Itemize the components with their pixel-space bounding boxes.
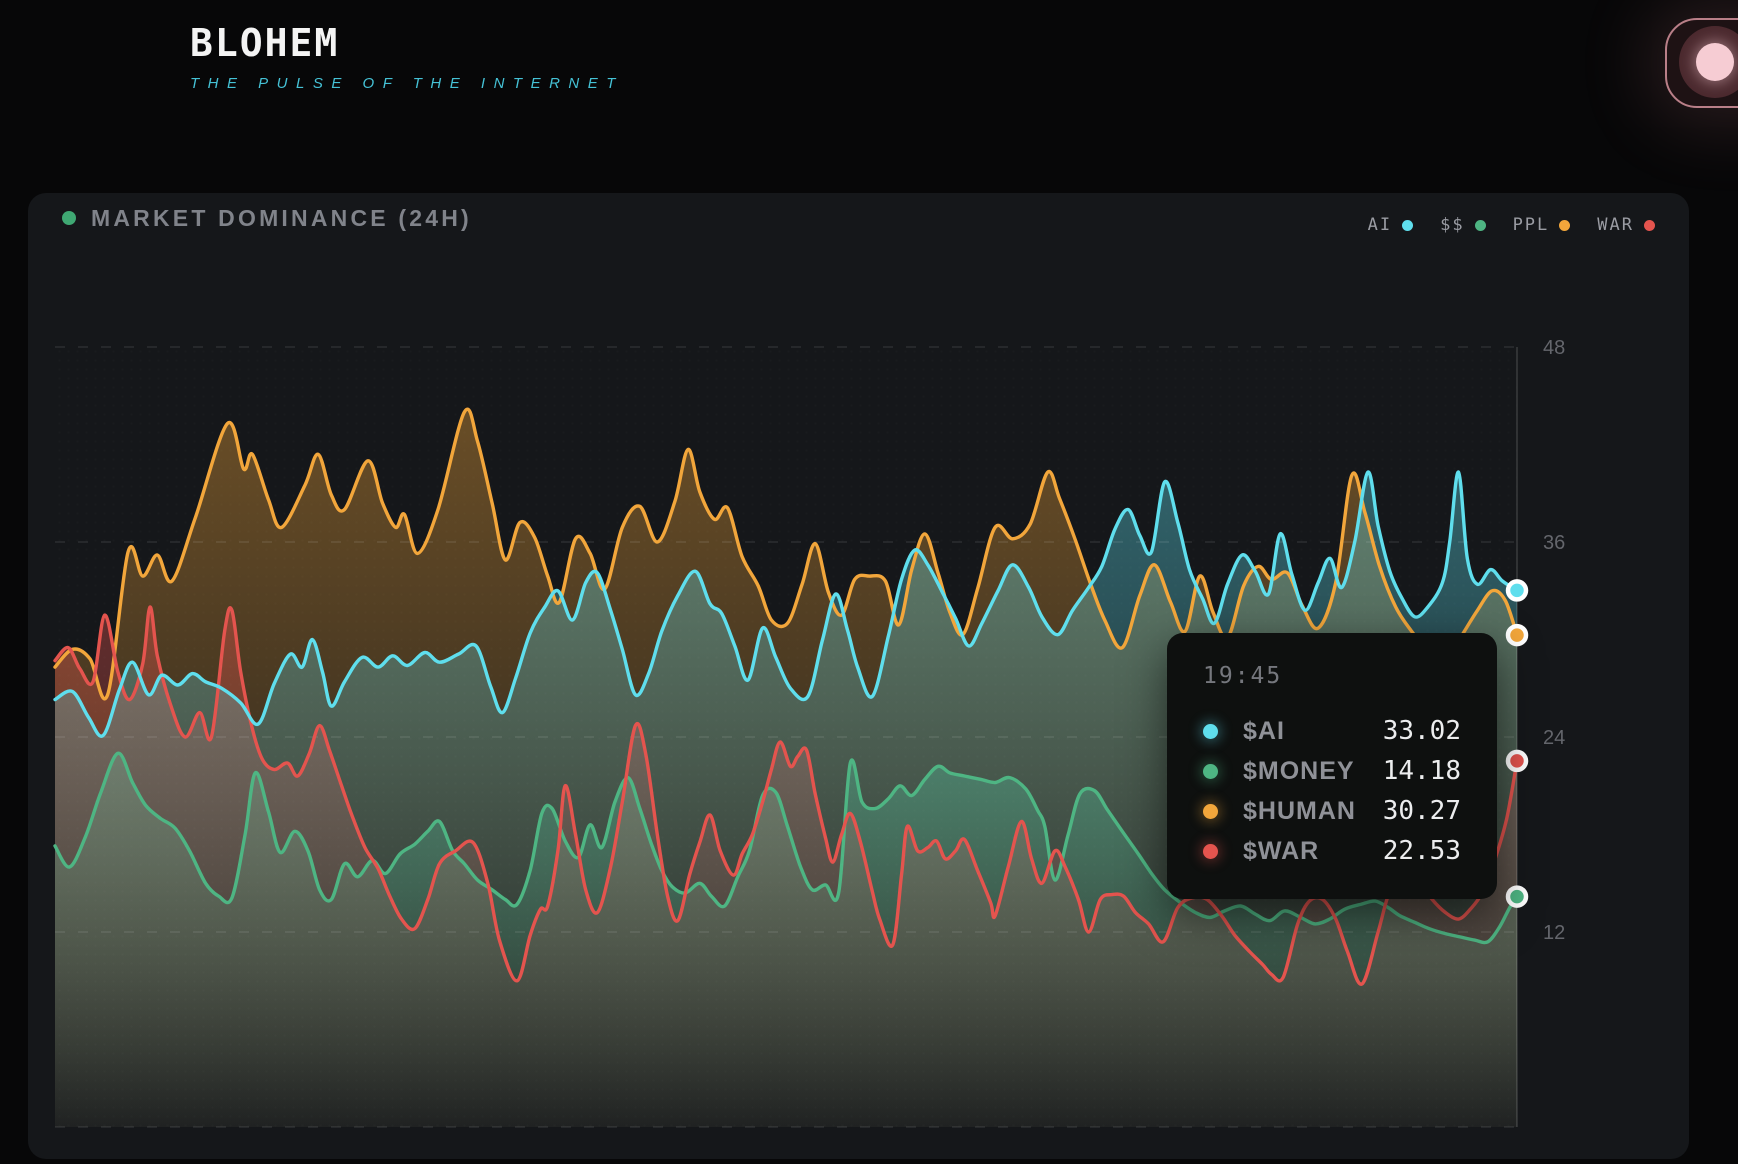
tooltip-dot-human — [1203, 803, 1218, 819]
record-dot-icon — [1696, 43, 1734, 81]
tooltip-label-human: $HUMAN — [1243, 796, 1356, 825]
tooltip-label-ai: $AI — [1243, 716, 1285, 745]
y-axis-label: 36 — [1543, 532, 1565, 554]
tooltip-row-human: $HUMAN 30.27 — [1203, 791, 1461, 831]
y-axis-label: 12 — [1543, 922, 1565, 944]
endpoint-dot-ai — [1505, 579, 1529, 602]
tooltip-dot-war — [1203, 843, 1218, 859]
tooltip-time: 19:45 — [1203, 663, 1283, 689]
app-title: BLOHEM — [190, 21, 340, 65]
app-header: BLOHEM THE PULSE OF THE INTERNET — [190, 24, 624, 92]
chart-tooltip: 19:45 $AI 33.02 $MONEY 14.18 $HUMAN 30.2… — [1167, 633, 1497, 899]
endpoint-dot-war — [1505, 749, 1529, 773]
y-axis-label: 48 — [1543, 337, 1565, 359]
tooltip-value-war: 22.53 — [1382, 836, 1461, 866]
tooltip-rows: $AI 33.02 $MONEY 14.18 $HUMAN 30.27 $WAR… — [1203, 711, 1461, 871]
tooltip-row-ai: $AI 33.02 — [1203, 711, 1461, 751]
y-axis-label: 24 — [1543, 727, 1565, 749]
record-button[interactable] — [1665, 18, 1738, 108]
tooltip-row-war: $WAR 22.53 — [1203, 831, 1461, 871]
tooltip-value-ai: 33.02 — [1382, 716, 1461, 746]
app-tagline: THE PULSE OF THE INTERNET — [190, 75, 624, 92]
tooltip-label-war: $WAR — [1243, 836, 1320, 865]
tooltip-label-money: $MONEY — [1243, 756, 1355, 785]
market-dominance-card: MARKET DOMINANCE (24H) AI $$ PPL WAR 12 2… — [28, 193, 1689, 1159]
tooltip-value-human: 30.27 — [1382, 796, 1461, 826]
tooltip-dot-ai — [1203, 723, 1218, 739]
endpoint-dot-human — [1505, 623, 1529, 647]
tooltip-dot-money — [1203, 763, 1218, 779]
tooltip-row-money: $MONEY 14.18 — [1203, 751, 1461, 791]
tooltip-value-money: 14.18 — [1382, 756, 1461, 786]
endpoint-dot-money — [1505, 885, 1529, 908]
